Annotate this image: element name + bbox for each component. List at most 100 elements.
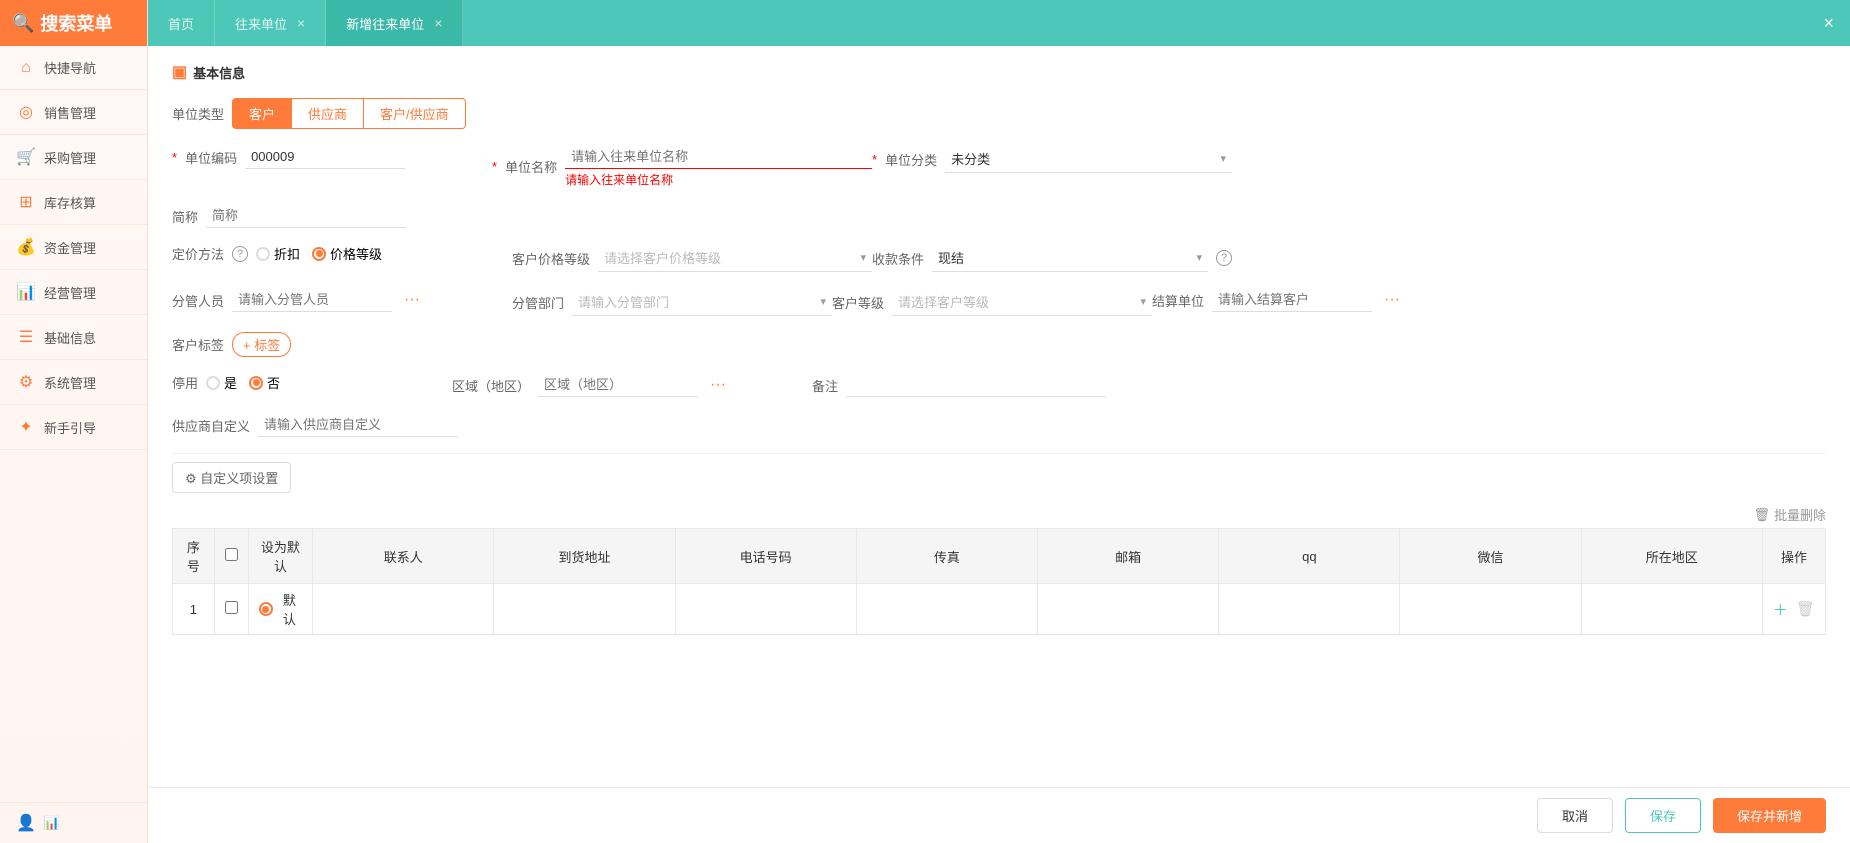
sidebar-item-guide[interactable]: ✦ 新手引导 xyxy=(0,405,147,450)
row-contact[interactable] xyxy=(313,584,494,635)
row-checkbox[interactable] xyxy=(214,584,248,635)
tab-new-partner-close[interactable]: × xyxy=(434,15,442,31)
sidebar-item-quick-nav[interactable]: ⌂ 快捷导航 xyxy=(0,46,147,90)
contact-input[interactable] xyxy=(323,598,483,621)
payment-terms-select[interactable]: 现结 ▾ xyxy=(932,244,1208,272)
code-name-category-row: * 单位编码 * 单位名称 请输入往来单位名称 * 单位分类 未分类 xyxy=(172,145,1826,188)
department-select[interactable]: 请输入分管部门 ▾ xyxy=(572,288,832,316)
sidebar-item-finance[interactable]: 💰 资金管理 xyxy=(0,225,147,270)
unit-category-value: 未分类 xyxy=(951,149,1214,168)
col-email: 邮箱 xyxy=(1038,529,1219,584)
supplier-custom-input[interactable] xyxy=(258,413,458,437)
row-default-radio[interactable] xyxy=(259,602,273,616)
short-name-input[interactable] xyxy=(206,204,406,228)
unit-name-label: 单位名称 xyxy=(505,157,557,176)
unit-btn-supplier[interactable]: 供应商 xyxy=(292,98,364,129)
sidebar-item-sales[interactable]: ◎ 销售管理 xyxy=(0,90,147,135)
disabled-group: 停用 是 否 xyxy=(172,373,452,392)
row-wechat[interactable] xyxy=(1400,584,1581,635)
sales-icon: ◎ xyxy=(16,102,36,122)
manager-input[interactable] xyxy=(232,288,392,312)
section-title-text: 基本信息 xyxy=(193,63,245,82)
pricing-radio-level[interactable]: 价格等级 xyxy=(312,244,382,263)
unit-code-label: 单位编码 xyxy=(185,148,237,167)
sidebar-item-purchase[interactable]: 🛒 采购管理 xyxy=(0,135,147,180)
row-select-checkbox[interactable] xyxy=(225,601,238,614)
sidebar-search[interactable]: 🔍 搜索菜单 xyxy=(0,0,147,46)
row-action: ＋ 🗑 xyxy=(1762,584,1825,635)
manager-more-icon[interactable]: ··· xyxy=(400,291,424,309)
unit-name-input[interactable] xyxy=(565,145,872,169)
sidebar-item-basic-info[interactable]: ☰ 基础信息 xyxy=(0,315,147,360)
fax-input[interactable] xyxy=(867,598,1027,621)
section-title: ▣ 基本信息 xyxy=(172,62,1826,82)
save-new-button[interactable]: 保存并新增 xyxy=(1713,798,1826,833)
cancel-button[interactable]: 取消 xyxy=(1537,798,1613,833)
region-input[interactable] xyxy=(538,373,698,397)
tabbar: 首页 往来单位 × 新增往来单位 × × xyxy=(148,0,1850,46)
qq-input[interactable] xyxy=(1229,598,1389,621)
pricing-radio-discount[interactable]: 折扣 xyxy=(256,244,300,263)
tab-home[interactable]: 首页 xyxy=(148,0,215,46)
customer-level-select[interactable]: 请选择客户等级 ▾ xyxy=(892,288,1152,316)
col-qq: qq xyxy=(1219,529,1400,584)
page-footer: 取消 保存 保存并新增 xyxy=(148,787,1850,843)
customer-price-level-select[interactable]: 请选择客户价格等级 ▾ xyxy=(598,244,872,272)
sidebar-item-inventory[interactable]: ⊞ 库存核算 xyxy=(0,180,147,225)
manager-group: 分管人员 ··· xyxy=(172,288,512,312)
address-input[interactable] xyxy=(504,598,664,621)
chevron-down-icon: ▾ xyxy=(1196,251,1202,264)
customer-price-level-placeholder: 请选择客户价格等级 xyxy=(604,248,854,267)
radio-circle-discount xyxy=(256,247,270,261)
sidebar-item-operations[interactable]: 📊 经营管理 xyxy=(0,270,147,315)
sidebar-item-label: 销售管理 xyxy=(44,103,96,122)
unit-type-label: 单位类型 xyxy=(172,104,224,123)
row-address[interactable] xyxy=(494,584,675,635)
payment-terms-help-icon[interactable]: ? xyxy=(1216,250,1232,266)
remarks-input[interactable] xyxy=(846,373,1106,397)
settlement-input[interactable] xyxy=(1212,288,1372,312)
chevron-down-icon: ▾ xyxy=(820,295,826,308)
save-button[interactable]: 保存 xyxy=(1625,798,1701,833)
row-region-input[interactable] xyxy=(1592,598,1752,621)
col-region: 所在地区 xyxy=(1581,529,1762,584)
add-row-icon[interactable]: ＋ xyxy=(1773,599,1788,620)
settlement-more-icon[interactable]: ··· xyxy=(1380,291,1404,309)
unit-btn-customer[interactable]: 客户 xyxy=(232,98,292,129)
page-content: ▣ 基本信息 单位类型 客户 供应商 客户/供应商 * 单位编码 xyxy=(148,46,1850,787)
unit-code-input[interactable] xyxy=(245,145,405,169)
tab-partners[interactable]: 往来单位 × xyxy=(215,0,326,46)
add-tag-button[interactable]: + 标签 xyxy=(232,332,291,357)
row-qq[interactable] xyxy=(1219,584,1400,635)
required-star: * xyxy=(172,150,177,165)
pricing-help-icon[interactable]: ? xyxy=(232,246,248,262)
phone-input[interactable] xyxy=(686,598,846,621)
global-close-icon[interactable]: × xyxy=(1823,13,1834,34)
tab-new-partner[interactable]: 新增往来单位 × xyxy=(326,0,463,46)
select-all-checkbox[interactable] xyxy=(225,548,238,561)
operations-icon: 📊 xyxy=(16,282,36,302)
wechat-input[interactable] xyxy=(1410,598,1570,621)
batch-delete-button[interactable]: 🗑 批量删除 xyxy=(1753,505,1826,524)
col-default: 设为默认 xyxy=(248,529,312,584)
custom-settings-button[interactable]: ⚙ 自定义项设置 xyxy=(172,462,291,493)
region-label: 区域（地区） xyxy=(452,376,530,395)
row-email[interactable] xyxy=(1038,584,1219,635)
row-actions: ＋ 🗑 xyxy=(1773,599,1815,620)
customer-price-level-group: 客户价格等级 请选择客户价格等级 ▾ xyxy=(512,244,872,272)
delete-row-icon[interactable]: 🗑 xyxy=(1796,600,1815,618)
region-more-icon[interactable]: ··· xyxy=(706,376,730,394)
section-icon: ▣ xyxy=(172,62,187,82)
customer-price-level-label: 客户价格等级 xyxy=(512,249,590,268)
row-region[interactable] xyxy=(1581,584,1762,635)
home-icon: ⌂ xyxy=(16,59,36,77)
email-input[interactable] xyxy=(1048,598,1208,621)
tab-partners-close[interactable]: × xyxy=(297,15,305,31)
disabled-radio-no[interactable]: 否 xyxy=(249,373,280,392)
row-phone[interactable] xyxy=(675,584,856,635)
unit-btn-both[interactable]: 客户/供应商 xyxy=(364,98,466,129)
disabled-radio-yes[interactable]: 是 xyxy=(206,373,237,392)
sidebar-item-system[interactable]: ⚙ 系统管理 xyxy=(0,360,147,405)
unit-category-select[interactable]: 未分类 ▾ xyxy=(945,145,1232,173)
row-fax[interactable] xyxy=(856,584,1037,635)
